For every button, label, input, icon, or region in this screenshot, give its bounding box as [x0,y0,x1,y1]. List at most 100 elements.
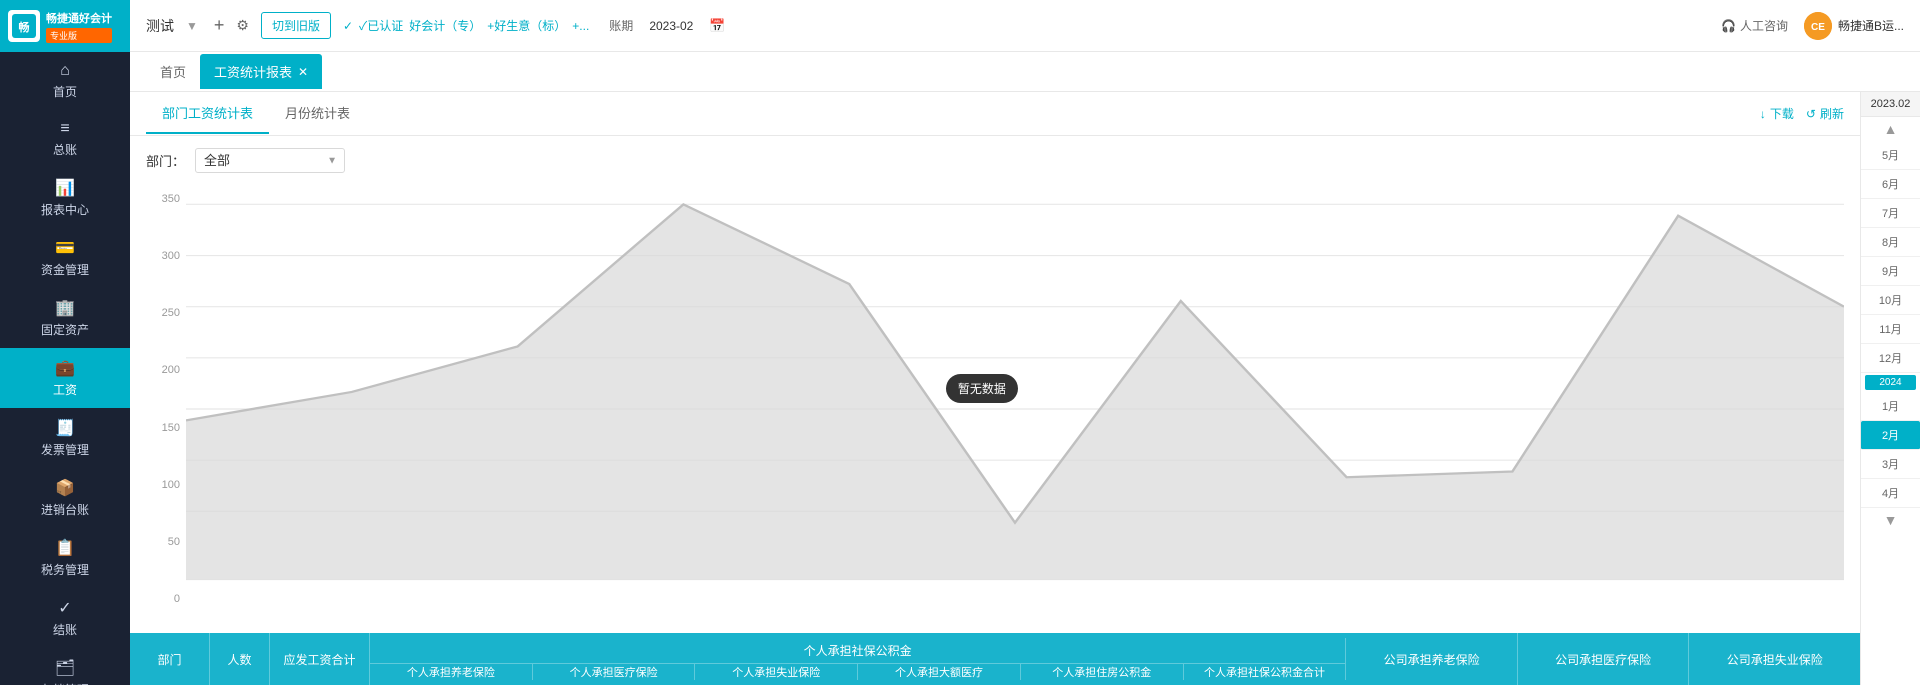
status-more: +... [572,19,589,33]
help-button[interactable]: 🎧 人工咨询 [1721,17,1788,34]
date-month-2024-feb[interactable]: 2月 [1861,421,1920,450]
y-label-300: 300 [146,250,186,262]
y-label-350: 350 [146,193,186,205]
tax-icon: 📋 [55,538,75,558]
content-area: 部门工资统计表 月份统计表 ↓ 下载 ↺ 刷新 [130,92,1920,685]
date-month-2024-apr[interactable]: 4月 [1861,479,1920,508]
gear-icon[interactable]: ⚙ [236,17,249,34]
assets-icon: 🏢 [55,298,75,318]
dept-select[interactable]: 全部 [195,148,345,173]
refresh-label: 刷新 [1820,105,1844,122]
year-2024-badge: 2024 [1865,375,1916,390]
home-icon: ⌂ [60,62,70,80]
date-month-sep[interactable]: 9月 [1861,257,1920,286]
col-personal-pension: 个人承担养老保险 [370,664,533,680]
add-button[interactable]: + [214,15,225,36]
sidebar-item-fund[interactable]: 💳 资金管理 [0,228,130,288]
col-personal-pension-label: 个人承担养老保险 [407,664,495,680]
date-month-aug[interactable]: 8月 [1861,228,1920,257]
sidebar-label-salary: 工资 [53,381,77,398]
calendar-icon[interactable]: 📅 [709,18,725,34]
svg-text:畅: 畅 [19,20,30,34]
subtab-dept-label: 部门工资统计表 [162,106,253,121]
filter-row: 部门： 全部 ▼ [130,136,1860,185]
refresh-button[interactable]: ↺ 刷新 [1806,105,1844,122]
date-month-may[interactable]: 5月 [1861,141,1920,170]
logo-icon: 畅 [8,10,40,42]
date-header[interactable]: 2023.02 [1861,92,1920,117]
date-month-oct[interactable]: 10月 [1861,286,1920,315]
col-total-salary: 应发工资合计 [270,633,370,685]
col-company-pension: 公司承担养老保险 [1346,633,1518,685]
sidebar-item-settle[interactable]: ✓ 结账 [0,588,130,648]
dropdown-arrow-icon[interactable]: ▼ [186,19,198,33]
date-nav-down[interactable]: ▼ [1861,508,1920,532]
sidebar-item-salary[interactable]: 💼 工资 [0,348,130,408]
tab-home-label: 首页 [160,65,186,80]
col-personal-group: 个人承担社保公积金 个人承担养老保险 个人承担医疗保险 个人承担失业保险 [370,638,1346,680]
date-month-nov[interactable]: 11月 [1861,315,1920,344]
col-personal-housing: 个人承担住房公积金 [1021,664,1184,680]
download-button[interactable]: ↓ 下载 [1760,105,1794,122]
sidebar-label-report: 报表中心 [41,201,89,218]
date-picker-panel: 2023.02 ▲ 5月 6月 7月 8月 9月 10月 11月 12月 202… [1860,92,1920,685]
report-icon: 📊 [55,178,75,198]
salary-icon: 💼 [55,358,75,378]
dept-filter-label: 部门： [146,151,185,170]
download-icon: ↓ [1760,107,1766,121]
sidebar-item-assets[interactable]: 🏢 固定资产 [0,288,130,348]
date-month-2024-jan[interactable]: 1月 [1861,392,1920,421]
subtab-dept[interactable]: 部门工资统计表 [146,93,269,134]
logo-text: 畅捷通好会计 [46,10,112,26]
tab-salary-report[interactable]: 工资统计报表 ✕ [200,54,322,89]
tab-close-icon[interactable]: ✕ [298,65,308,79]
date-month-dec[interactable]: 12月 [1861,344,1920,373]
svg-text:CE: CE [1811,22,1825,33]
col-company-pension-label: 公司承担养老保险 [1384,651,1480,668]
y-label-100: 100 [146,479,186,491]
user-name: 畅捷通B运... [1838,17,1904,34]
date-month-jul[interactable]: 7月 [1861,199,1920,228]
sidebar-item-report[interactable]: 📊 报表中心 [0,168,130,228]
sidebar-label-ledger: 总账 [53,141,77,158]
subtab-monthly[interactable]: 月份统计表 [269,93,366,134]
col-personal-big-medical: 个人承担大额医疗 [858,664,1021,680]
tab-home[interactable]: 首页 [146,54,200,89]
date-month-jun[interactable]: 6月 [1861,170,1920,199]
topbar: 测试 ▼ + ⚙ 切到旧版 ✓ ✓已认证 好会计（专） +好生意（标） +...… [130,0,1920,52]
dept-select-wrapper: 全部 ▼ [195,148,345,173]
subtab-left: 部门工资统计表 月份统计表 [146,93,366,134]
subtab-monthly-label: 月份统计表 [285,106,350,121]
period-label: 账期 [609,17,633,34]
sidebar-item-purchase[interactable]: 📦 进销台账 [0,468,130,528]
personal-group-children: 个人承担养老保险 个人承担医疗保险 个人承担失业保险 个人承担大额医疗 个人承担 [370,664,1345,680]
tabbar: 首页 工资统计报表 ✕ [130,52,1920,92]
line-chart [186,193,1844,625]
fund-icon: 💳 [55,238,75,258]
date-month-2024-mar[interactable]: 3月 [1861,450,1920,479]
chart-area: 350 300 250 200 150 100 50 0 [130,185,1860,633]
sidebar-item-archive[interactable]: 🗂 归档管理 [0,648,130,685]
y-label-0: 0 [146,593,186,605]
col-personal-total: 个人承担社保公积金合计 [1184,664,1346,680]
col-company-medical-label: 公司承担医疗保险 [1555,651,1651,668]
sidebar-item-home[interactable]: ⌂ 首页 [0,52,130,110]
date-nav-up[interactable]: ▲ [1861,117,1920,141]
y-label-200: 200 [146,364,186,376]
sidebar-item-ledger[interactable]: ≡ 总账 [0,110,130,168]
status-good: 好会计（专） [409,17,481,34]
col-company-medical: 公司承担医疗保险 [1518,633,1690,685]
download-label: 下载 [1770,105,1794,122]
col-dept-label: 部门 [157,651,181,668]
sidebar-item-invoice[interactable]: 🧾 发票管理 [0,408,130,468]
settle-icon: ✓ [58,598,71,618]
sidebar-label-settle: 结账 [53,621,77,638]
status-biz: +好生意（标） [487,17,566,34]
col-personal-medical: 个人承担医疗保险 [533,664,696,680]
sidebar-label-home: 首页 [53,83,77,100]
status-area: ✓ ✓已认证 好会计（专） +好生意（标） +... [343,17,589,34]
avatar: CE [1804,12,1832,40]
sidebar-item-tax[interactable]: 📋 税务管理 [0,528,130,588]
user-area[interactable]: CE 畅捷通B运... [1804,12,1904,40]
switch-button[interactable]: 切到旧版 [261,12,331,39]
